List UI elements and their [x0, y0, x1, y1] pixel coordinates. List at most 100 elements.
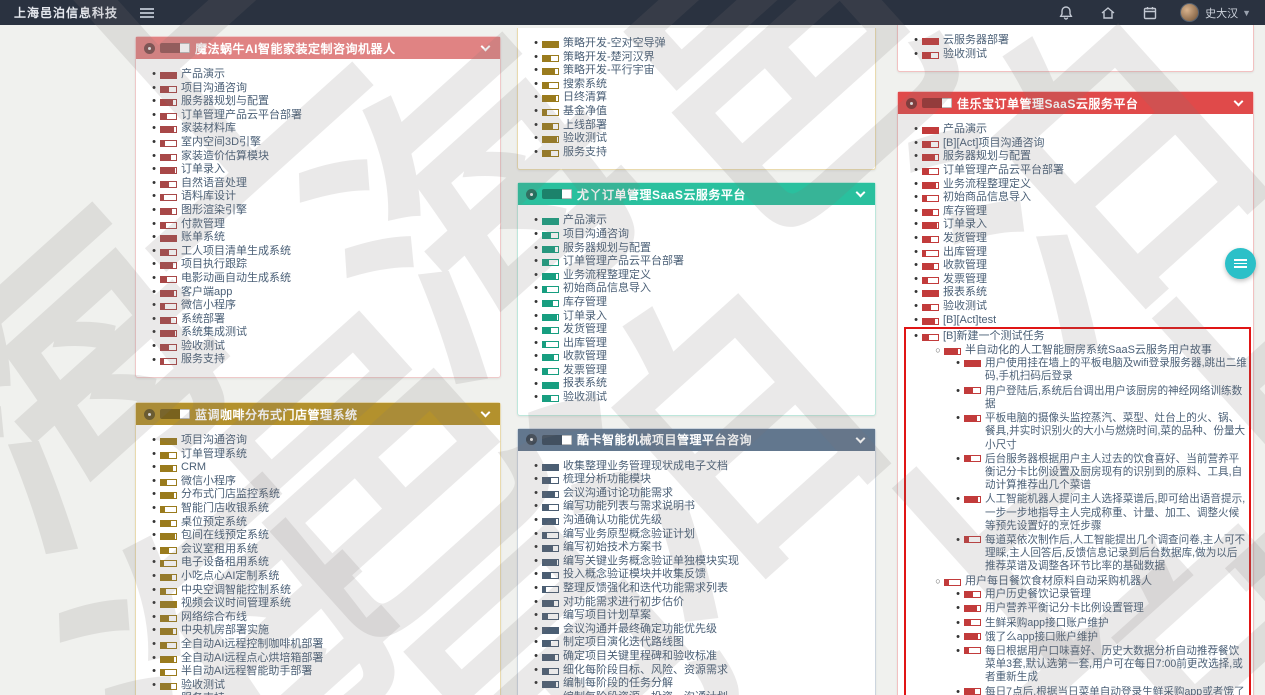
list-item[interactable]: • 每道菜依次制作后,人工智能提出几个调查问卷,主人可不理睬,主人回答后,反馈信息…: [952, 534, 1247, 574]
list-item[interactable]: • 发票管理: [910, 273, 1247, 286]
list-item[interactable]: • 初始商品信息导入: [530, 282, 869, 295]
list-item[interactable]: • [B][Act]项目沟通咨询: [910, 137, 1247, 150]
list-item[interactable]: • 服务器规划与配置: [148, 95, 494, 108]
list-item[interactable]: • 订单录入: [530, 310, 869, 323]
list-item[interactable]: • [B][Act]test: [910, 314, 1247, 327]
list-item[interactable]: • 梳理分析功能模块: [530, 473, 869, 486]
list-item[interactable]: • 报表系统: [530, 377, 869, 390]
list-item[interactable]: • 产品演示: [530, 214, 869, 227]
list-item[interactable]: • 用户营养平衡记分卡比例设置管理: [952, 602, 1247, 615]
list-item[interactable]: • 饿了么app接口账户维护: [952, 631, 1247, 644]
list-item[interactable]: • 收款管理: [910, 259, 1247, 272]
list-item[interactable]: • 整理反馈强化和迭代功能需求列表: [530, 582, 869, 595]
list-item[interactable]: • 平板电脑的摄像头监控蒸汽、菜型、灶台上的火、锅、餐具,并实时识别火的大小与燃烧…: [952, 412, 1247, 452]
list-item[interactable]: • 会议沟通并最终确定功能优先级: [530, 623, 869, 636]
list-item[interactable]: • 全自动AI远程点心烘培箱部署: [148, 652, 494, 665]
list-item[interactable]: • 小吃点心AI定制系统: [148, 570, 494, 583]
list-item[interactable]: • 图形渲染引擎: [148, 204, 494, 217]
card-header[interactable]: 蓝调咖啡分布式门店管理系统: [136, 403, 500, 426]
list-item[interactable]: • 电影动画自动生成系统: [148, 272, 494, 285]
list-item[interactable]: • 业务流程整理定义: [910, 178, 1247, 191]
card-header[interactable]: 魔法蜗牛AI智能家装定制咨询机器人: [136, 37, 500, 59]
list-item[interactable]: • 编写项目计划草案: [530, 609, 869, 622]
list-item[interactable]: • 订单录入: [910, 218, 1247, 231]
avatar[interactable]: [1180, 3, 1200, 22]
quick-menu-fab-button[interactable]: [1225, 248, 1256, 279]
list-item[interactable]: ○ 用户每日餐饮食材原料自动采购机器人: [932, 575, 1247, 588]
list-item[interactable]: • 确定项目关键里程碑和验收标准: [530, 650, 869, 663]
bell-icon[interactable]: [1058, 5, 1074, 21]
list-item[interactable]: • 家装造价估算模块: [148, 150, 494, 163]
list-item[interactable]: • 会议沟通讨论功能需求: [530, 487, 869, 500]
home-icon[interactable]: [1100, 5, 1116, 21]
list-item[interactable]: • 收款管理: [530, 350, 869, 363]
list-item[interactable]: • 云服务器部署: [910, 34, 1247, 47]
list-item[interactable]: • 服务器规划与配置: [530, 242, 869, 255]
list-item[interactable]: • 项目沟通咨询: [530, 228, 869, 241]
list-item[interactable]: • 编写功能列表与需求说明书: [530, 500, 869, 513]
list-item[interactable]: • 编写关键业务概念验证单独模块实现: [530, 555, 869, 568]
list-item[interactable]: • 搜索系统: [530, 78, 869, 91]
list-item[interactable]: • 发货管理: [530, 323, 869, 336]
list-item[interactable]: • 产品演示: [148, 68, 494, 81]
list-item[interactable]: • 编写业务原型概念验证计划: [530, 528, 869, 541]
card-header[interactable]: 尤丫订单管理SaaS云服务平台: [518, 183, 875, 206]
list-item[interactable]: • 编写初始技术方案书: [530, 541, 869, 554]
list-item[interactable]: • 发货管理: [910, 232, 1247, 245]
user-name[interactable]: 史大汉: [1205, 5, 1238, 21]
list-item[interactable]: • 制定项目演化迭代路线图: [530, 636, 869, 649]
list-item[interactable]: • 人工智能机器人提问主人选择菜谱后,即可给出语音提示,一步一步地指导主人完成称重…: [952, 493, 1247, 533]
list-item[interactable]: • 验收测试: [148, 679, 494, 692]
menu-icon[interactable]: [140, 7, 155, 18]
list-item[interactable]: • 库存管理: [910, 205, 1247, 218]
list-item[interactable]: • 中央机房部署实施: [148, 624, 494, 637]
list-item[interactable]: • 微信小程序: [148, 299, 494, 312]
list-item[interactable]: • 验收测试: [530, 391, 869, 404]
list-item[interactable]: • 语料库设计: [148, 190, 494, 203]
list-item[interactable]: • 用户使用挂在墙上的平板电脑及wifi登录服务器,跳出二维码,手机扫码后登录: [952, 357, 1247, 383]
chevron-down-icon[interactable]: [480, 407, 491, 418]
chevron-down-icon[interactable]: [855, 433, 866, 444]
list-item[interactable]: • 验收测试: [148, 340, 494, 353]
list-item[interactable]: • 出库管理: [910, 246, 1247, 259]
list-item[interactable]: • 收集整理业务管理现状成电子文档: [530, 460, 869, 473]
list-item[interactable]: • 包间在线预定系统: [148, 529, 494, 542]
chevron-down-icon[interactable]: [855, 187, 866, 198]
list-item[interactable]: • 编制每阶段的任务分解: [530, 677, 869, 690]
list-item[interactable]: • 半自动AI远程智能助手部署: [148, 665, 494, 678]
list-item[interactable]: • 工人项目清单生成系统: [148, 245, 494, 258]
list-item[interactable]: • 验收测试: [530, 132, 869, 145]
list-item[interactable]: • 编制每阶段资源、投资、沟通计划: [530, 691, 869, 695]
list-item[interactable]: • 服务支持: [148, 353, 494, 366]
list-item[interactable]: • 项目执行跟踪: [148, 258, 494, 271]
list-item[interactable]: • 策略开发-空对空导弹: [530, 37, 869, 50]
list-item[interactable]: • 日终清算: [530, 91, 869, 104]
list-item[interactable]: • 项目沟通咨询: [148, 82, 494, 95]
list-item[interactable]: • 用户登陆后,系统后台调出用户该厨房的神经网络训练数据: [952, 385, 1247, 411]
list-item[interactable]: • 系统部署: [148, 313, 494, 326]
list-item[interactable]: • 发票管理: [530, 364, 869, 377]
list-item[interactable]: • 产品演示: [910, 123, 1247, 136]
list-item[interactable]: • 全自动AI远程控制咖啡机部署: [148, 638, 494, 651]
list-item[interactable]: • 账单系统: [148, 231, 494, 244]
list-item[interactable]: • 出库管理: [530, 337, 869, 350]
list-item[interactable]: • 视频会议时间管理系统: [148, 597, 494, 610]
chevron-down-icon[interactable]: [1233, 96, 1244, 107]
list-item[interactable]: • 对功能需求进行初步估价: [530, 596, 869, 609]
list-item[interactable]: • 订单管理产品云平台部署: [530, 255, 869, 268]
list-item[interactable]: • 服务器规划与配置: [910, 150, 1247, 163]
list-item[interactable]: • 生鲜采购app接口账户维护: [952, 617, 1247, 630]
card-header[interactable]: 酷卡智能机械项目管理平台咨询: [518, 428, 875, 451]
list-item[interactable]: • 电子设备租用系统: [148, 556, 494, 569]
list-item[interactable]: • 初始商品信息导入: [910, 191, 1247, 204]
calendar-icon[interactable]: [1142, 5, 1158, 21]
chevron-down-icon[interactable]: [480, 41, 491, 52]
list-item[interactable]: • CRM: [148, 461, 494, 474]
list-item[interactable]: • 服务支持: [530, 146, 869, 159]
list-item[interactable]: • 智能门店收银系统: [148, 502, 494, 515]
list-item[interactable]: • 桌位预定系统: [148, 516, 494, 529]
list-item[interactable]: • 验收测试: [910, 48, 1247, 61]
list-item[interactable]: ○ 半自动化的人工智能厨房系统SaaS云服务用户故事: [932, 344, 1247, 357]
list-item[interactable]: • 上线部署: [530, 119, 869, 132]
list-item[interactable]: • 用户历史餐饮记录管理: [952, 588, 1247, 601]
